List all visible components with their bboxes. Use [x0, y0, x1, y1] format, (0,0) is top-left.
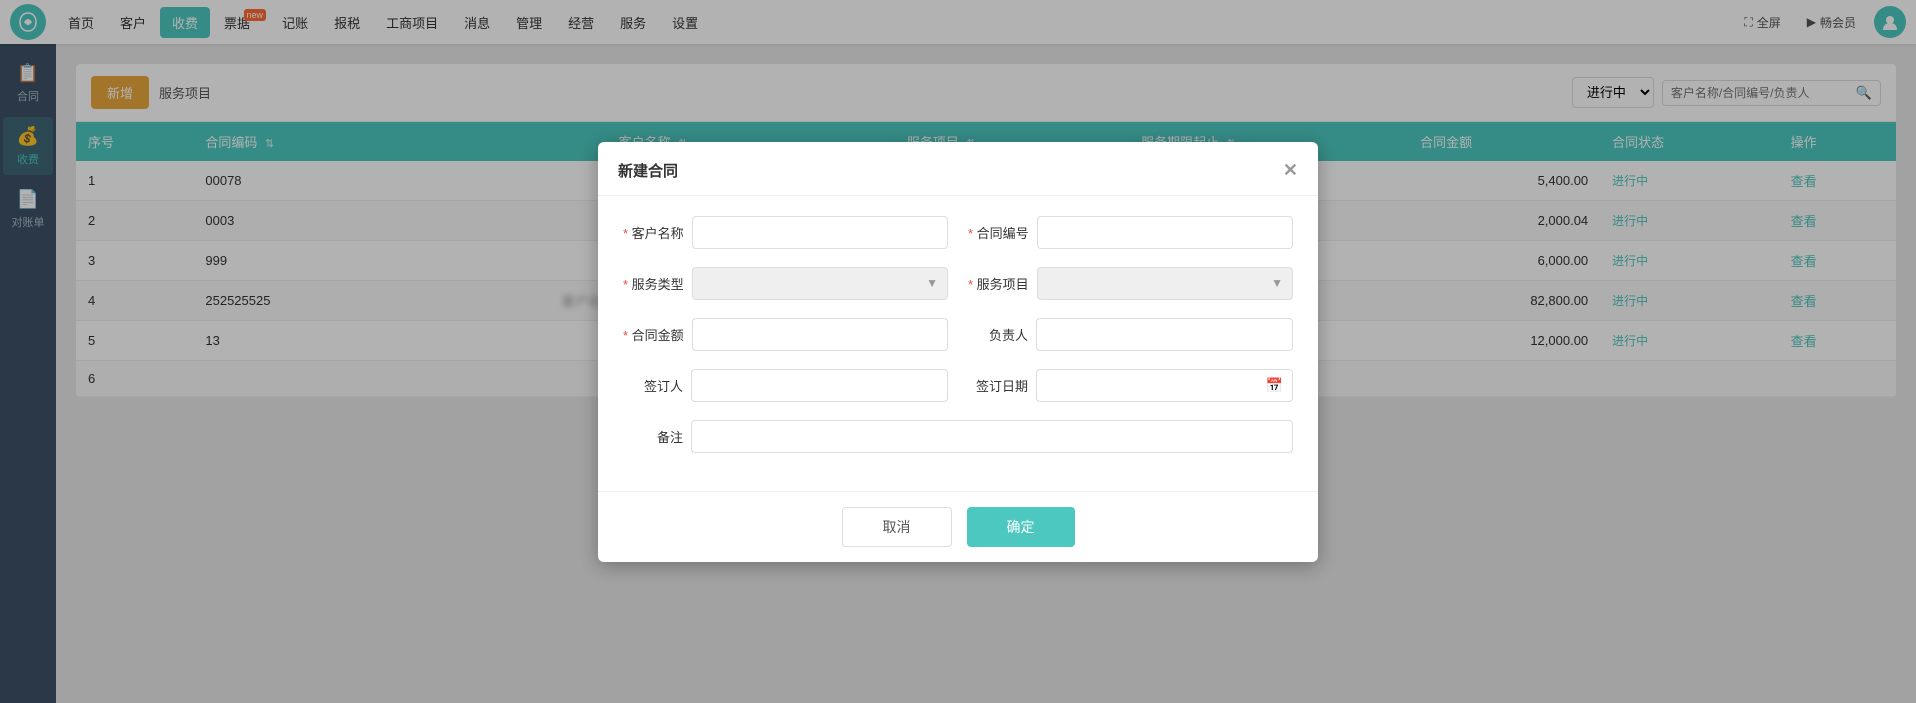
service-type-label: 服务类型 — [623, 274, 684, 293]
modal-overlay: 新建合同 ✕ 客户名称 合同编号 服务类型 — [0, 0, 1916, 703]
date-input-wrapper: 2023-06-06 📅 — [1036, 369, 1293, 402]
form-row-4: 签订人 签订日期 2023-06-06 📅 — [623, 369, 1293, 402]
modal-header: 新建合同 ✕ — [598, 142, 1318, 196]
form-row-3: 合同金额 0.00 负责人 — [623, 318, 1293, 351]
form-row-1: 客户名称 合同编号 — [623, 216, 1293, 249]
sign-date-label: 签订日期 — [968, 376, 1028, 395]
service-item-select[interactable] — [1037, 267, 1293, 300]
calendar-icon[interactable]: 📅 — [1266, 377, 1283, 394]
responsible-input[interactable] — [1036, 318, 1293, 351]
service-type-select[interactable] — [692, 267, 948, 300]
signer-label: 签订人 — [623, 376, 683, 395]
customer-label: 客户名称 — [623, 223, 684, 242]
confirm-button[interactable]: 确定 — [967, 507, 1075, 547]
contract-no-label: 合同编号 — [968, 223, 1029, 242]
signer-input[interactable] — [691, 369, 948, 402]
service-item-wrapper: ▼ — [1037, 267, 1293, 300]
service-item-label: 服务项目 — [968, 274, 1029, 293]
form-group-contract-no: 合同编号 — [968, 216, 1293, 249]
form-group-signer: 签订人 — [623, 369, 948, 402]
amount-input[interactable]: 0.00 — [692, 318, 948, 351]
remark-label: 备注 — [623, 427, 683, 446]
form-group-service-item: 服务项目 ▼ — [968, 267, 1293, 300]
service-type-wrapper: ▼ — [692, 267, 948, 300]
modal-body: 客户名称 合同编号 服务类型 ▼ — [598, 196, 1318, 491]
customer-input[interactable] — [692, 216, 948, 249]
contract-no-input[interactable] — [1037, 216, 1293, 249]
form-group-remark: 备注 — [623, 420, 1293, 453]
cancel-button[interactable]: 取消 — [842, 507, 952, 547]
form-group-service-type: 服务类型 ▼ — [623, 267, 948, 300]
close-icon[interactable]: ✕ — [1283, 161, 1298, 179]
modal-footer: 取消 确定 — [598, 491, 1318, 562]
form-row-2: 服务类型 ▼ 服务项目 ▼ — [623, 267, 1293, 300]
responsible-label: 负责人 — [968, 325, 1028, 344]
form-group-amount: 合同金额 0.00 — [623, 318, 948, 351]
form-group-responsible: 负责人 — [968, 318, 1293, 351]
amount-label: 合同金额 — [623, 325, 684, 344]
form-group-sign-date: 签订日期 2023-06-06 📅 — [968, 369, 1293, 402]
sign-date-input[interactable]: 2023-06-06 — [1036, 369, 1293, 402]
form-group-customer: 客户名称 — [623, 216, 948, 249]
form-row-5: 备注 — [623, 420, 1293, 453]
new-contract-modal: 新建合同 ✕ 客户名称 合同编号 服务类型 — [598, 142, 1318, 562]
modal-title: 新建合同 — [618, 160, 678, 181]
remark-input[interactable] — [691, 420, 1293, 453]
